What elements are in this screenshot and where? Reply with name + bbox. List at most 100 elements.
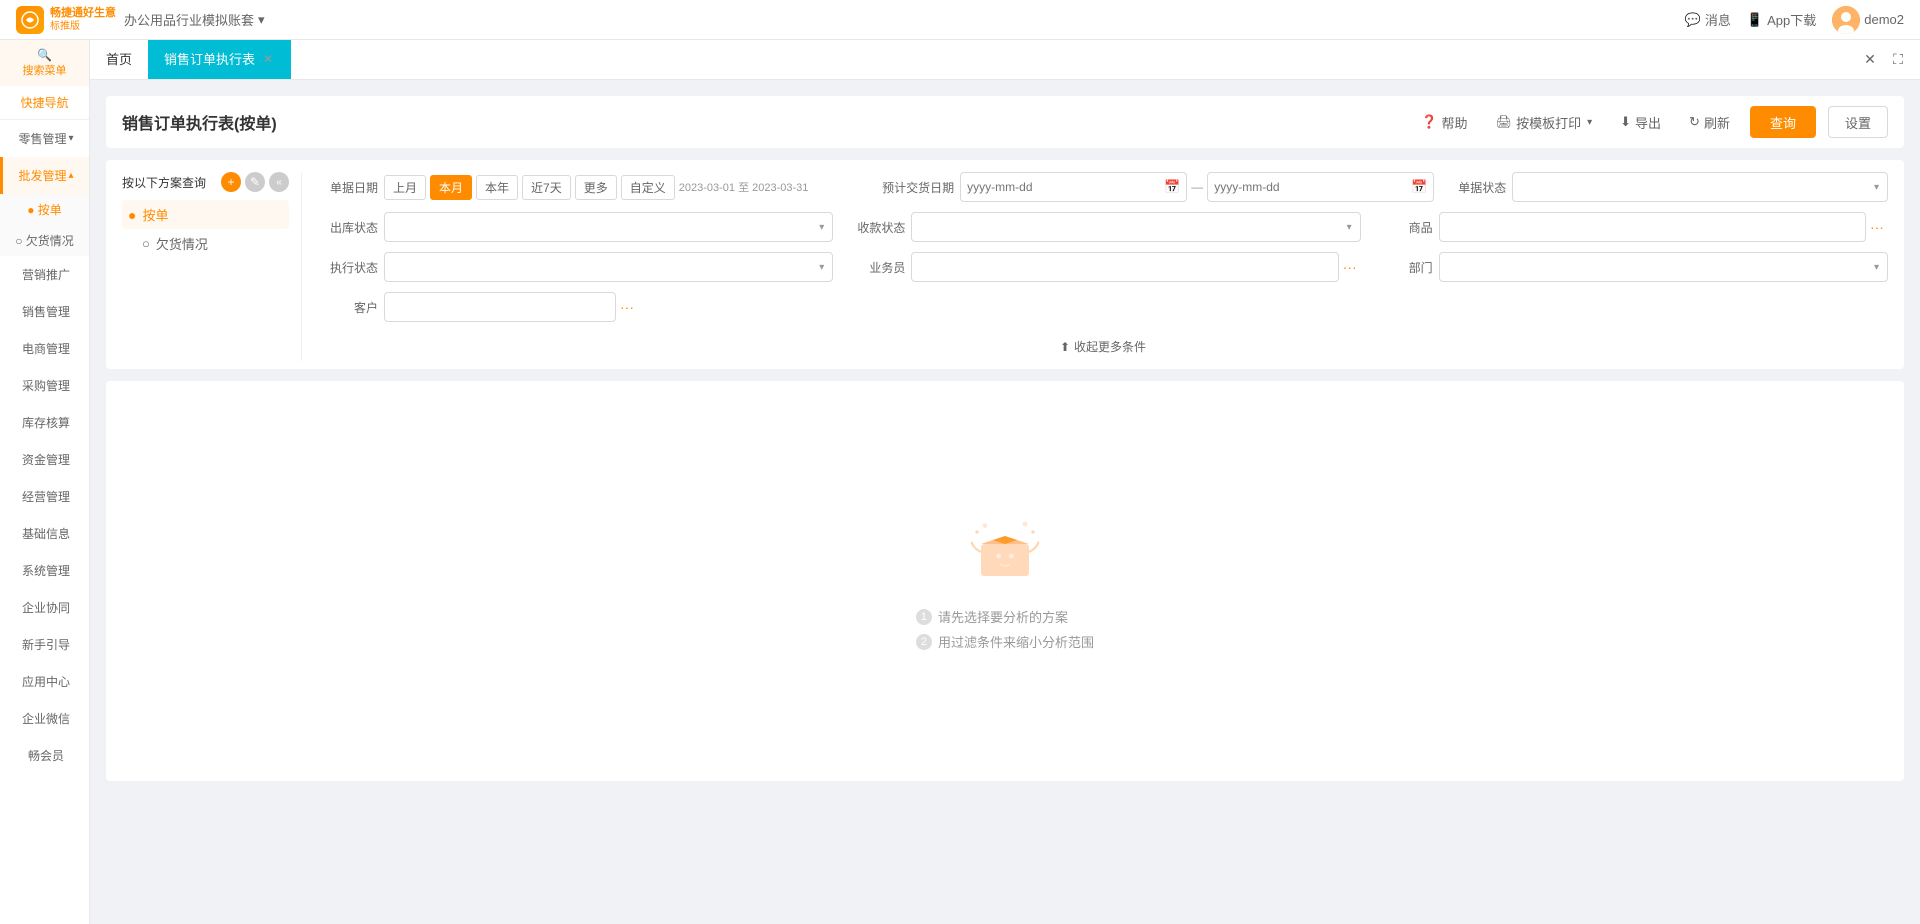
logo-text: 畅捷通好生意 标推版 [50,6,116,33]
logo-area: 畅捷通好生意 标推版 [16,6,116,34]
sidebar-item-retail[interactable]: 零售管理 ▾ [0,120,89,157]
calendar-icon-2: 📅 [1411,179,1427,195]
sidebar-sub-debt[interactable]: ○ 欠货情况 [0,225,89,256]
shipment-label: 出库状态 [318,219,378,236]
user-area[interactable]: demo2 [1832,6,1904,34]
chevron-down-icon: ▾ [1874,262,1879,273]
last7-button[interactable]: 近7天 [522,175,571,200]
sidebar-item-apps[interactable]: 应用中心 [0,663,89,700]
expected-date-from-wrap: 📅 [960,172,1187,202]
goods-input-wrapper: ··· [1439,212,1888,242]
filter-fields: 单据日期 上月 本月 本年 近7天 更多 自定义 [302,172,1888,361]
department-select[interactable]: ▾ [1439,252,1888,282]
sidebar-item-sales[interactable]: 销售管理 [0,293,89,330]
chevron-down-icon: ▾ [258,12,265,28]
chevron-down-icon: ▾ [819,262,824,273]
sidebar-item-wholesale[interactable]: 批发管理 ▴ [0,157,89,194]
sidebar-sub-order[interactable]: ● 按单 [0,194,89,225]
chevron-down-icon: ▾ [1347,222,1352,233]
filter-expected-date-field: 预计交货日期 📅 — 📅 [882,172,1434,202]
app-download-action[interactable]: 📱 App下载 [1747,10,1816,29]
sidebar-item-marketing[interactable]: 营销推广 [0,256,89,293]
empty-illustration [965,508,1045,588]
scheme-panel-header: 按以下方案查询 + ✎ « [122,172,289,192]
maximize-window-button[interactable]: ⛶ [1888,50,1908,70]
exec-label: 执行状态 [318,259,378,276]
date-sep: — [1191,180,1203,194]
goods-more-icon[interactable]: ··· [1866,219,1888,235]
expected-date-to-input[interactable] [1214,180,1407,194]
this-year-button[interactable]: 本年 [476,175,518,200]
sidebar-search[interactable]: 🔍 搜索菜单 [0,40,89,86]
export-button[interactable]: ⬇ 导出 [1612,109,1669,136]
filter-exec-field: 执行状态 ▾ [318,252,833,282]
settings-button[interactable]: 设置 [1828,106,1888,138]
scheme-add-button[interactable]: + [221,172,241,192]
collapse-button[interactable]: ⬆ 收起更多条件 [318,332,1888,361]
salesman-input[interactable] [911,252,1338,282]
quick-date-buttons: 上月 本月 本年 近7天 更多 自定义 [384,175,675,200]
custom-button[interactable]: 自定义 [621,175,675,200]
print-button[interactable]: 🖨 按模板打印 ▾ [1488,109,1601,136]
sidebar-item-system[interactable]: 系统管理 [0,552,89,589]
tab-sales-exec[interactable]: 销售订单执行表 ✕ [148,40,291,79]
page-actions: ❓ 帮助 🖨 按模板打印 ▾ ⬇ 导出 ↻ 刷新 [1413,106,1888,138]
customer-more-icon[interactable]: ··· [616,299,638,315]
sidebar-quick-nav[interactable]: 快捷导航 [0,86,89,119]
refresh-button[interactable]: ↻ 刷新 [1681,109,1738,136]
goods-input[interactable] [1439,212,1866,242]
tab-home[interactable]: 首页 [90,40,148,79]
expected-date-from-input[interactable] [967,180,1160,194]
last-month-button[interactable]: 上月 [384,175,426,200]
empty-text-list: 1 请先选择要分析的方案 2 用过滤条件来缩小分析范围 [916,604,1094,654]
scheme-item-order[interactable]: ● 按单 [122,200,289,229]
filter-row-1: 单据日期 上月 本月 本年 近7天 更多 自定义 [318,172,1888,202]
status-select[interactable]: ▾ [1512,172,1888,202]
sidebar-item-wechat[interactable]: 企业微信 [0,700,89,737]
logo-icon [16,6,44,34]
expected-date-to-wrap: 📅 [1207,172,1434,202]
download-icon: 📱 [1747,12,1763,28]
industry-selector[interactable]: 办公用品行业模拟账套 ▾ [124,10,265,29]
filter-salesman-field: 业务员 ··· [845,252,1360,282]
scheme-edit-button[interactable]: ✎ [245,172,265,192]
sidebar-item-member[interactable]: 畅会员 [0,737,89,774]
filter-date-field: 单据日期 上月 本月 本年 近7天 更多 自定义 [318,172,870,202]
query-button[interactable]: 查询 [1750,106,1816,138]
sidebar-item-ecommerce[interactable]: 电商管理 [0,330,89,367]
filter-goods-field: 商品 ··· [1373,212,1888,242]
scheme-actions: + ✎ « [221,172,289,192]
close-window-button[interactable]: ✕ [1860,50,1880,70]
header-left: 畅捷通好生意 标推版 办公用品行业模拟账套 ▾ [16,6,265,34]
help-icon: ❓ [1421,114,1437,130]
avatar [1832,6,1860,34]
this-month-button[interactable]: 本月 [430,175,472,200]
collapse-icon: ⬆ [1060,340,1070,354]
print-icon: 🖨 [1496,114,1513,130]
more-button[interactable]: 更多 [575,175,617,200]
tab-close-icon[interactable]: ✕ [261,52,275,66]
help-button[interactable]: ❓ 帮助 [1413,109,1475,136]
scheme-item-debt[interactable]: ○ 欠货情况 [122,229,289,258]
shipment-select[interactable]: ▾ [384,212,833,242]
salesman-more-icon[interactable]: ··· [1339,259,1361,275]
customer-input[interactable] [384,292,616,322]
message-action[interactable]: 💬 消息 [1685,10,1731,29]
content-area: 首页 销售订单执行表 ✕ ✕ ⛶ 销售订单执行表(按单) ❓ 帮助 [90,40,1920,924]
username: demo2 [1864,12,1904,27]
sidebar-item-finance[interactable]: 资金管理 [0,441,89,478]
export-icon: ⬇ [1620,114,1631,130]
filter-status-field: 单据状态 ▾ [1446,172,1888,202]
payment-select[interactable]: ▾ [911,212,1360,242]
sidebar-item-beginner[interactable]: 新手引导 [0,626,89,663]
refresh-icon: ↻ [1689,114,1700,130]
sidebar-item-purchase[interactable]: 采购管理 [0,367,89,404]
sidebar-item-inventory[interactable]: 库存核算 [0,404,89,441]
sidebar-item-basic[interactable]: 基础信息 [0,515,89,552]
sidebar-item-operation[interactable]: 经营管理 [0,478,89,515]
exec-select[interactable]: ▾ [384,252,833,282]
scheme-collapse-button[interactable]: « [269,172,289,192]
sidebar-item-enterprise[interactable]: 企业协同 [0,589,89,626]
filter-main: 按以下方案查询 + ✎ « ● 按单 ○ [122,172,1888,361]
data-area: 1 请先选择要分析的方案 2 用过滤条件来缩小分析范围 [106,381,1904,781]
